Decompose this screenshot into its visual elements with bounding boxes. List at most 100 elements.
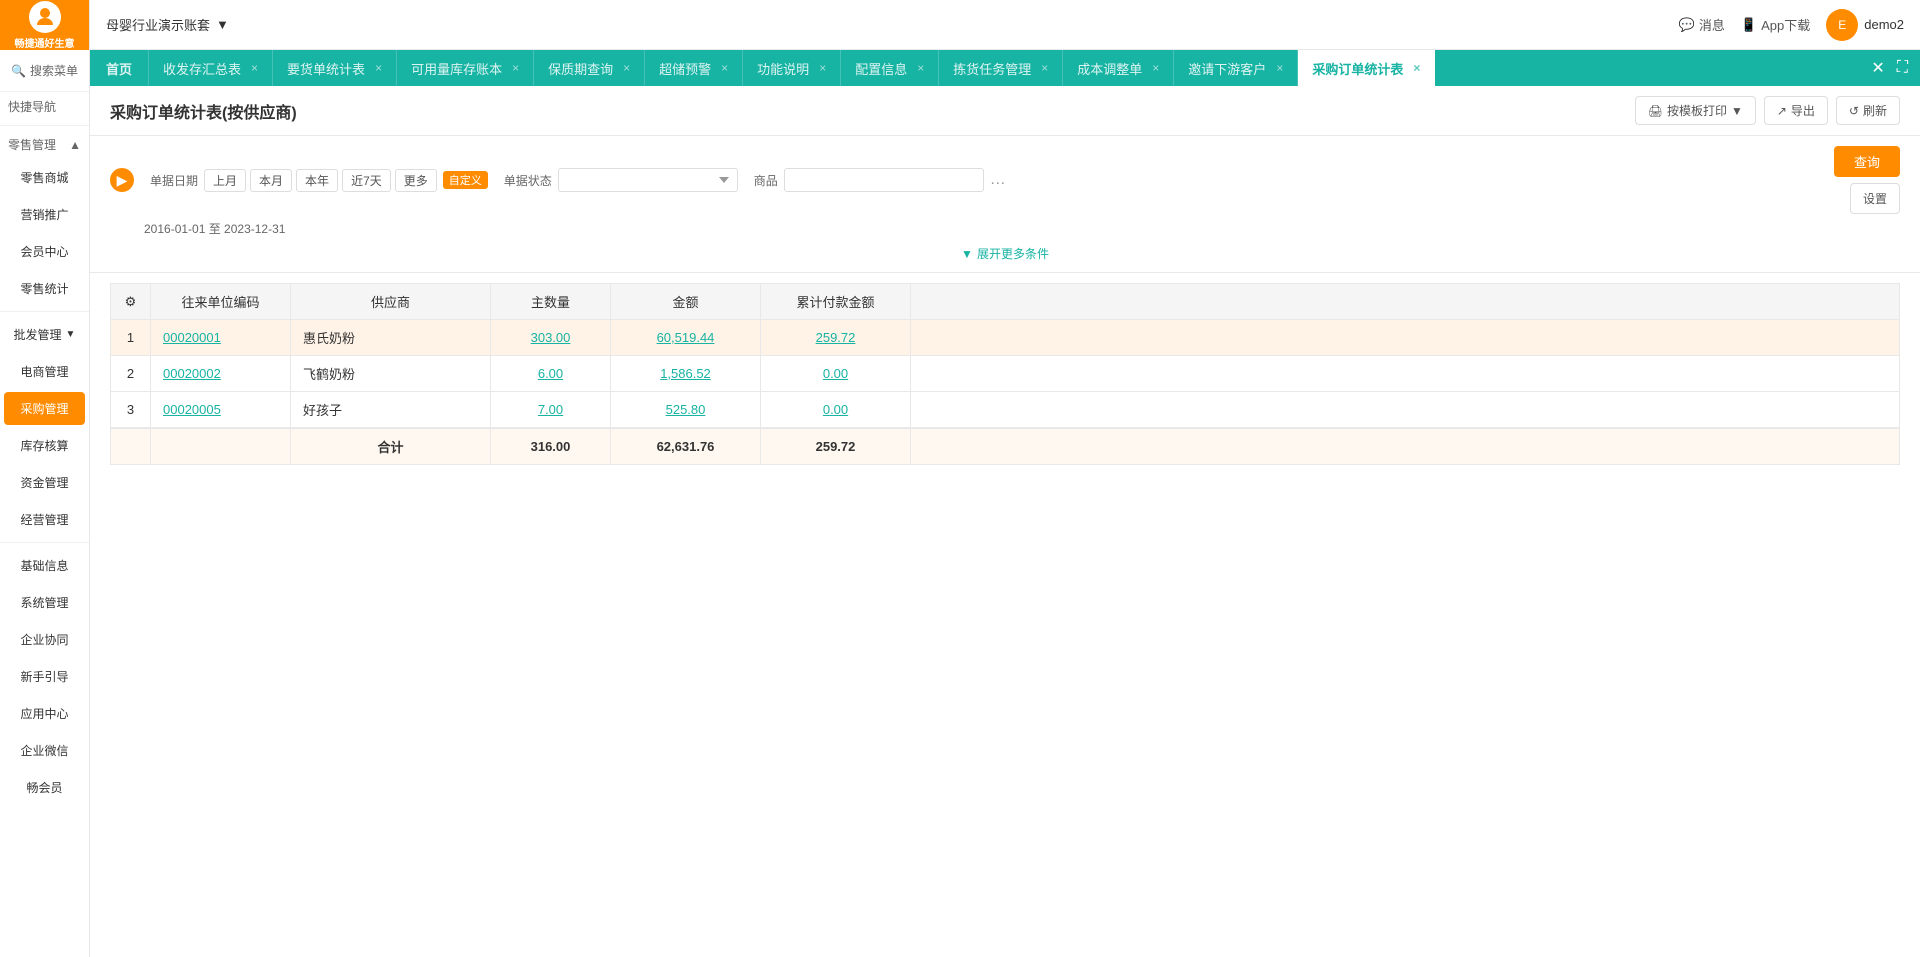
- tab-close-purchase-stats[interactable]: ×: [1413, 61, 1420, 75]
- top-nav-right: 💬 消息 📱 App下载 E demo2: [1679, 9, 1904, 41]
- tab-func-desc[interactable]: 功能说明 ×: [743, 50, 841, 86]
- sidebar-item-basic-info[interactable]: 基础信息: [4, 549, 85, 582]
- expand-filter-button[interactable]: ▼ 展开更多条件: [961, 245, 1049, 262]
- row-paid[interactable]: 0.00: [761, 392, 911, 429]
- tab-stocking-task[interactable]: 拣货任务管理 ×: [939, 50, 1063, 86]
- tab-purchase-stats[interactable]: 采购订单统计表 ×: [1298, 50, 1435, 86]
- row-qty[interactable]: 303.00: [491, 320, 611, 356]
- tab-close-func-desc[interactable]: ×: [819, 61, 826, 75]
- tab-close-collect-send[interactable]: ×: [251, 61, 258, 75]
- tab-collect-send[interactable]: 收发存汇总表 ×: [149, 50, 273, 86]
- workspace-selector[interactable]: 母婴行业演示账套 ▼: [106, 15, 229, 34]
- header-actions: 🖨 按模板打印 ▼ ↗ 导出 ↺ 刷新: [1635, 96, 1900, 125]
- sidebar-item-batch-mgmt[interactable]: 批发管理 ▼: [4, 318, 85, 351]
- sidebar-item-retail-shop[interactable]: 零售商城: [4, 161, 85, 194]
- settings-button[interactable]: 设置: [1850, 183, 1900, 214]
- goods-more-icon[interactable]: …: [990, 171, 1006, 189]
- sidebar-item-inventory[interactable]: 库存核算: [4, 429, 85, 462]
- tab-available-stock[interactable]: 可用量库存账本 ×: [397, 50, 534, 86]
- tab-close-invite-downstream[interactable]: ×: [1276, 61, 1283, 75]
- date-btn-7days[interactable]: 近7天: [342, 169, 391, 192]
- sidebar-item-new-guide[interactable]: 新手引导: [4, 660, 85, 693]
- user-name: demo2: [1864, 17, 1904, 32]
- date-btn-last-month[interactable]: 上月: [204, 169, 246, 192]
- message-button[interactable]: 💬 消息: [1679, 15, 1725, 34]
- sidebar-item-system[interactable]: 系统管理: [4, 586, 85, 619]
- app-download-label: App下载: [1761, 15, 1810, 34]
- app-download-icon: 📱: [1741, 17, 1757, 33]
- date-label: 单据日期: [150, 172, 198, 189]
- sidebar-item-app-center[interactable]: 应用中心: [4, 697, 85, 730]
- top-nav-bar: 母婴行业演示账套 ▼ 💬 消息 📱 App下载 E demo2: [90, 0, 1920, 50]
- col-supplier-header: 供应商: [291, 284, 491, 320]
- print-icon: 🖨: [1648, 104, 1663, 118]
- tab-config-info[interactable]: 配置信息 ×: [841, 50, 939, 86]
- workspace-arrow-icon: ▼: [216, 17, 229, 32]
- sidebar-item-marketing[interactable]: 营销推广: [4, 198, 85, 231]
- sidebar-item-enterprise-wechat[interactable]: 企业微信: [4, 734, 85, 767]
- table-row: 2 00020002 飞鹤奶粉 6.00 1,586.52 0.00: [111, 356, 1900, 392]
- filter-collapse-button[interactable]: ▶: [110, 168, 134, 192]
- row-code[interactable]: 00020005: [151, 392, 291, 429]
- row-code[interactable]: 00020001: [151, 320, 291, 356]
- tab-close-demand-stats[interactable]: ×: [375, 61, 382, 75]
- main-area: 母婴行业演示账套 ▼ 💬 消息 📱 App下载 E demo2 首页: [90, 0, 1920, 957]
- tab-close-available-stock[interactable]: ×: [512, 61, 519, 75]
- refresh-button[interactable]: ↺ 刷新: [1836, 96, 1900, 125]
- row-qty[interactable]: 7.00: [491, 392, 611, 429]
- sidebar-item-ecommerce[interactable]: 电商管理: [4, 355, 85, 388]
- data-table: ⚙ 往来单位编码 供应商 主数量 金额 累计付款金额 1 00020001 惠氏…: [110, 283, 1900, 465]
- col-extra-header: [911, 284, 1900, 320]
- tab-demand-stats[interactable]: 要货单统计表 ×: [273, 50, 397, 86]
- sidebar-item-enterprise[interactable]: 企业协同: [4, 623, 85, 656]
- date-btn-this-month[interactable]: 本月: [250, 169, 292, 192]
- query-button[interactable]: 查询: [1834, 146, 1900, 177]
- sidebar-item-retail-stats[interactable]: 零售统计: [4, 272, 85, 305]
- export-button[interactable]: ↗ 导出: [1764, 96, 1828, 125]
- sidebar-item-operations[interactable]: 经营管理: [4, 503, 85, 536]
- retail-mgmt-section[interactable]: 零售管理 ▲: [0, 130, 89, 159]
- tab-close-overstock[interactable]: ×: [721, 61, 728, 75]
- quick-nav-section[interactable]: 快捷导航: [0, 92, 89, 121]
- tab-cost-adjust[interactable]: 成本调整单 ×: [1063, 50, 1174, 86]
- tab-close-cost-adjust[interactable]: ×: [1152, 61, 1159, 75]
- sidebar-item-purchase-mgmt[interactable]: 采购管理: [4, 392, 85, 425]
- row-paid[interactable]: 0.00: [761, 356, 911, 392]
- user-area[interactable]: E demo2: [1826, 9, 1904, 41]
- row-amount[interactable]: 525.80: [611, 392, 761, 429]
- sidebar-item-member[interactable]: 会员中心: [4, 235, 85, 268]
- app-download-button[interactable]: 📱 App下载: [1741, 15, 1810, 34]
- row-code[interactable]: 00020002: [151, 356, 291, 392]
- search-menu-button[interactable]: 🔍 搜索菜单: [6, 58, 83, 83]
- sidebar-item-finance[interactable]: 资金管理: [4, 466, 85, 499]
- table-row: 3 00020005 好孩子 7.00 525.80 0.00: [111, 392, 1900, 429]
- row-amount[interactable]: 1,586.52: [611, 356, 761, 392]
- sidebar-item-vip[interactable]: 畅会员: [4, 771, 85, 804]
- table-header: ⚙ 往来单位编码 供应商 主数量 金额 累计付款金额: [111, 284, 1900, 320]
- search-area: 🔍 搜索菜单: [0, 50, 89, 92]
- tab-shelf-life[interactable]: 保质期查询 ×: [534, 50, 645, 86]
- row-qty[interactable]: 6.00: [491, 356, 611, 392]
- date-btn-more[interactable]: 更多: [395, 169, 437, 192]
- expand-icon: ▼: [961, 247, 973, 261]
- row-paid[interactable]: 259.72: [761, 320, 911, 356]
- tab-invite-downstream[interactable]: 邀请下游客户 ×: [1174, 50, 1298, 86]
- table-row: 1 00020001 惠氏奶粉 303.00 60,519.44 259.72: [111, 320, 1900, 356]
- filter-action-buttons: 查询 设置: [1834, 146, 1900, 214]
- date-btn-this-year[interactable]: 本年: [296, 169, 338, 192]
- goods-input[interactable]: [784, 168, 984, 192]
- tab-close-stocking-task[interactable]: ×: [1041, 61, 1048, 75]
- tab-home[interactable]: 首页: [90, 50, 149, 86]
- tab-close-all-button[interactable]: ✕: [1867, 54, 1888, 82]
- footer-amount: 62,631.76: [611, 428, 761, 465]
- expand-row: ▼ 展开更多条件: [110, 245, 1900, 262]
- tab-close-shelf-life[interactable]: ×: [623, 61, 630, 75]
- status-select[interactable]: [558, 168, 738, 192]
- custom-badge: 自定义: [443, 171, 488, 189]
- settings-gear-icon[interactable]: ⚙: [125, 294, 137, 309]
- print-button[interactable]: 🖨 按模板打印 ▼: [1635, 96, 1756, 125]
- tab-maximize-button[interactable]: ⛶: [1893, 55, 1912, 81]
- row-amount[interactable]: 60,519.44: [611, 320, 761, 356]
- tab-close-config-info[interactable]: ×: [917, 61, 924, 75]
- tab-overstock[interactable]: 超储预警 ×: [645, 50, 743, 86]
